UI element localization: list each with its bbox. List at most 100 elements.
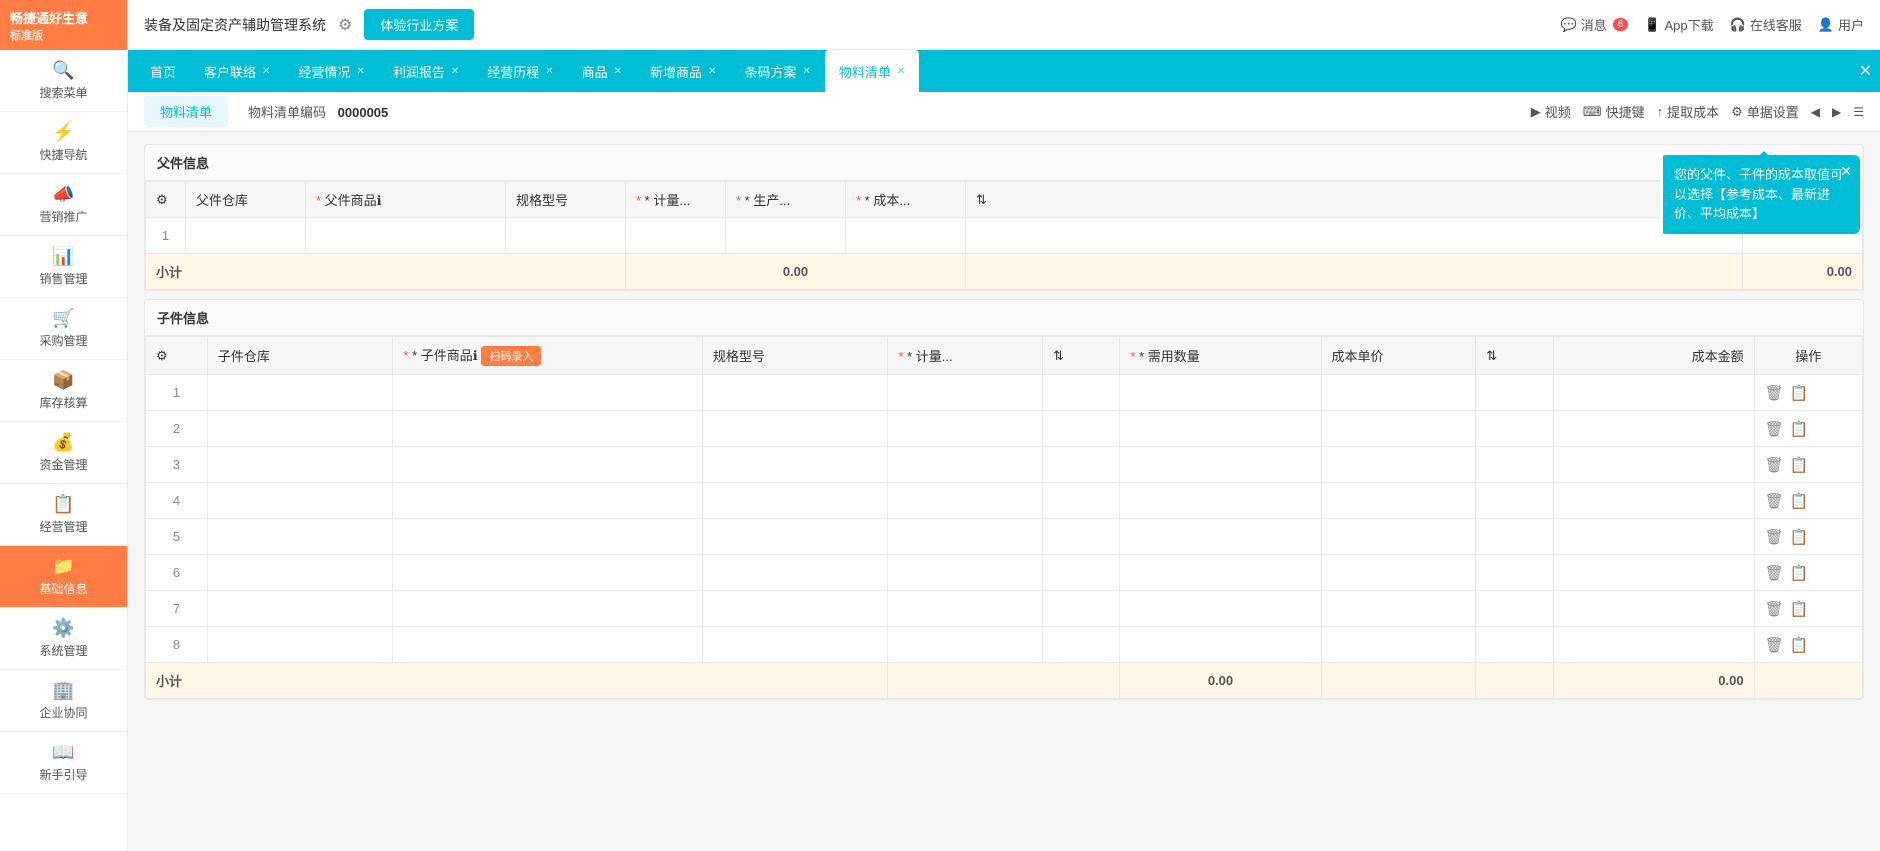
sidebar-item-basic-info[interactable]: 📁 基础信息 <box>0 546 127 608</box>
child-row-4-goods[interactable] <box>393 483 702 519</box>
delete-icon-4[interactable]: 🗑 <box>1765 492 1784 510</box>
copy-icon-6[interactable]: 📋 <box>1790 564 1809 582</box>
online-service-btn[interactable]: 🎧 在线客服 <box>1730 15 1802 34</box>
extract-cost-btn[interactable]: ↑ 提取成本 <box>1657 102 1720 121</box>
tab-profit[interactable]: 利润报告 ✕ <box>379 50 473 92</box>
settings-icon[interactable]: ⚙ <box>338 15 352 35</box>
child-row-8-unit-price[interactable] <box>1321 627 1476 663</box>
parent-row-1-cost[interactable] <box>846 218 966 254</box>
message-btn[interactable]: 💬 消息 6 <box>1561 15 1629 34</box>
parent-row-1-warehouse[interactable] <box>186 218 306 254</box>
tooltip-close-btn[interactable]: ✕ <box>1840 161 1852 182</box>
child-row-7-spec[interactable] <box>702 591 888 627</box>
delete-icon-6[interactable]: 🗑 <box>1765 564 1784 582</box>
parent-row-1-goods[interactable] <box>306 218 506 254</box>
parent-row-1-spec[interactable] <box>506 218 626 254</box>
child-row-8-warehouse[interactable] <box>207 627 393 663</box>
child-row-1-qty[interactable] <box>1120 375 1321 411</box>
child-row-8-qty[interactable] <box>1120 627 1321 663</box>
sidebar-item-enterprise[interactable]: 🏢 企业协同 <box>0 670 127 732</box>
copy-icon-5[interactable]: 📋 <box>1790 528 1809 546</box>
child-row-4-unit-price[interactable] <box>1321 483 1476 519</box>
child-row-8-goods[interactable] <box>393 627 702 663</box>
child-row-2-qty[interactable] <box>1120 411 1321 447</box>
child-row-6-spec[interactable] <box>702 555 888 591</box>
tab-bom[interactable]: 物料清单 ✕ <box>825 50 919 92</box>
copy-icon-8[interactable]: 📋 <box>1790 636 1809 654</box>
child-row-5-qty[interactable] <box>1120 519 1321 555</box>
child-row-7-goods[interactable] <box>393 591 702 627</box>
child-row-5-spec[interactable] <box>702 519 888 555</box>
tab-customer-close[interactable]: ✕ <box>262 66 270 77</box>
child-row-6-unit-price[interactable] <box>1321 555 1476 591</box>
tab-history[interactable]: 经营历程 ✕ <box>473 50 567 92</box>
child-row-4-spec[interactable] <box>702 483 888 519</box>
tab-history-close[interactable]: ✕ <box>545 66 553 77</box>
child-row-7-warehouse[interactable] <box>207 591 393 627</box>
sidebar-item-sales[interactable]: 📊 销售管理 <box>0 236 127 298</box>
experience-btn[interactable]: 体验行业方案 <box>364 9 474 40</box>
child-row-5-warehouse[interactable] <box>207 519 393 555</box>
delete-icon-5[interactable]: 🗑 <box>1765 528 1784 546</box>
prev-btn[interactable]: ◀ <box>1811 105 1820 119</box>
child-row-4-qty[interactable] <box>1120 483 1321 519</box>
sidebar-item-search[interactable]: 🔍 搜索菜单 <box>0 50 127 112</box>
child-row-3-unit[interactable] <box>888 447 1043 483</box>
copy-icon-1[interactable]: 📋 <box>1790 384 1809 402</box>
sidebar-item-marketing[interactable]: 📣 营销推广 <box>0 174 127 236</box>
child-row-6-qty[interactable] <box>1120 555 1321 591</box>
delete-icon-7[interactable]: 🗑 <box>1765 600 1784 618</box>
child-row-4-warehouse[interactable] <box>207 483 393 519</box>
delete-icon-8[interactable]: 🗑 <box>1765 636 1784 654</box>
next-btn[interactable]: ▶ <box>1832 105 1841 119</box>
sub-tab-bom-code[interactable]: 物料清单编码 0000005 <box>232 96 404 127</box>
copy-icon-3[interactable]: 📋 <box>1790 456 1809 474</box>
tab-goods[interactable]: 商品 ✕ <box>568 50 636 92</box>
child-row-1-unit[interactable] <box>888 375 1043 411</box>
tab-home[interactable]: 首页 <box>136 50 190 92</box>
child-row-5-goods[interactable] <box>393 519 702 555</box>
tab-new-goods[interactable]: 新增商品 ✕ <box>636 50 730 92</box>
copy-icon-4[interactable]: 📋 <box>1790 492 1809 510</box>
child-row-1-goods[interactable] <box>393 375 702 411</box>
tab-customer[interactable]: 客户联络 ✕ <box>190 50 284 92</box>
app-download-btn[interactable]: 📱 App下载 <box>1644 15 1713 34</box>
delete-icon-2[interactable]: 🗑 <box>1765 420 1784 438</box>
child-row-6-goods[interactable] <box>393 555 702 591</box>
close-all-tabs-btn[interactable]: ✕ <box>1859 61 1872 81</box>
sidebar-item-inventory[interactable]: 📦 库存核算 <box>0 360 127 422</box>
delete-icon-3[interactable]: 🗑 <box>1765 456 1784 474</box>
child-row-1-warehouse[interactable] <box>207 375 393 411</box>
child-row-1-unit-price[interactable] <box>1321 375 1476 411</box>
child-row-3-unit-price[interactable] <box>1321 447 1476 483</box>
child-row-5-unit-price[interactable] <box>1321 519 1476 555</box>
copy-icon-2[interactable]: 📋 <box>1790 420 1809 438</box>
parent-row-1-produce[interactable] <box>726 218 846 254</box>
child-row-1-spec[interactable] <box>702 375 888 411</box>
child-row-7-unit-price[interactable] <box>1321 591 1476 627</box>
child-row-3-goods[interactable] <box>393 447 702 483</box>
tab-profit-close[interactable]: ✕ <box>451 66 459 77</box>
child-row-2-unit-price[interactable] <box>1321 411 1476 447</box>
child-row-2-unit[interactable] <box>888 411 1043 447</box>
delete-icon-1[interactable]: 🗑 <box>1765 384 1784 402</box>
child-row-2-goods[interactable] <box>393 411 702 447</box>
tab-barcode[interactable]: 条码方案 ✕ <box>730 50 824 92</box>
sidebar-item-quick-nav[interactable]: ⚡ 快捷导航 <box>0 112 127 174</box>
child-row-2-spec[interactable] <box>702 411 888 447</box>
child-row-6-unit[interactable] <box>888 555 1043 591</box>
child-row-2-warehouse[interactable] <box>207 411 393 447</box>
user-btn[interactable]: 👤 用户 <box>1818 15 1864 34</box>
child-row-5-unit[interactable] <box>888 519 1043 555</box>
tab-bom-close[interactable]: ✕ <box>897 66 905 77</box>
parent-row-1-unit[interactable] <box>626 218 726 254</box>
scan-btn[interactable]: 扫码录入 <box>481 346 541 366</box>
child-row-8-spec[interactable] <box>702 627 888 663</box>
child-row-3-warehouse[interactable] <box>207 447 393 483</box>
child-row-8-unit[interactable] <box>888 627 1043 663</box>
sidebar-item-guide[interactable]: 📖 新手引导 <box>0 732 127 794</box>
child-row-6-warehouse[interactable] <box>207 555 393 591</box>
child-row-3-spec[interactable] <box>702 447 888 483</box>
sidebar-item-operations[interactable]: 📋 经营管理 <box>0 484 127 546</box>
sidebar-item-finance[interactable]: 💰 资金管理 <box>0 422 127 484</box>
